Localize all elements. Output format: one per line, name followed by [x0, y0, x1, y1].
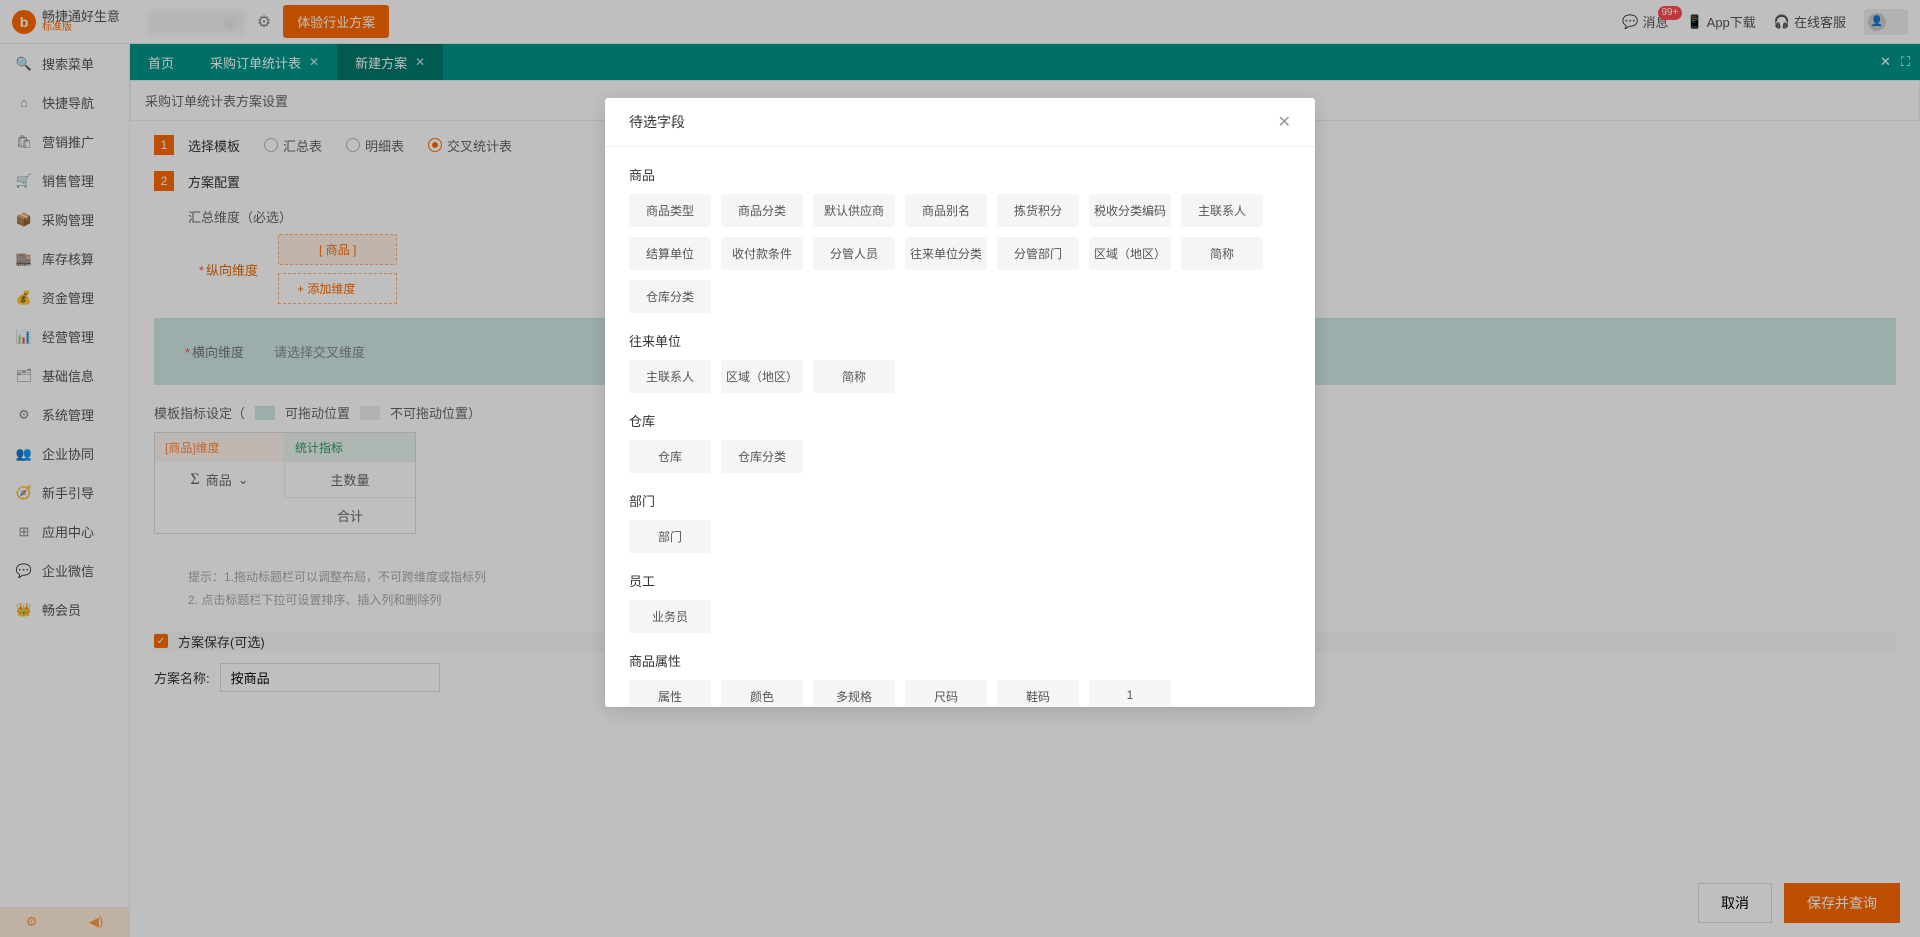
modal-title: 待选字段 [629, 112, 685, 132]
modal-body: 商品商品类型商品分类默认供应商商品别名拣货积分税收分类编码主联系人结算单位收付款… [605, 147, 1315, 707]
field-group-2: 仓库仓库仓库分类 [629, 411, 1291, 473]
field-chip[interactable]: 收付款条件 [721, 237, 803, 270]
field-chip[interactable]: 1 [1089, 680, 1171, 707]
field-chip[interactable]: 尺码 [905, 680, 987, 707]
field-chip[interactable]: 税收分类编码 [1089, 194, 1171, 227]
field-group-1: 往来单位主联系人区域（地区） 简称 [629, 331, 1291, 393]
field-group-title: 商品属性 [629, 651, 1291, 670]
field-chip[interactable]: 仓库 [629, 440, 711, 473]
field-chip[interactable]: 拣货积分 [997, 194, 1079, 227]
field-chip[interactable]: 仓库分类 [721, 440, 803, 473]
field-chip[interactable]: 区域（地区） [1089, 237, 1171, 270]
field-chip[interactable]: 分管部门 [997, 237, 1079, 270]
field-group-3: 部门部门 [629, 491, 1291, 553]
field-chip[interactable]: 商品分类 [721, 194, 803, 227]
field-chip[interactable]: 业务员 [629, 600, 711, 633]
modal-header: 待选字段 ✕ [605, 98, 1315, 147]
field-chip[interactable]: 分管人员 [813, 237, 895, 270]
field-group-5: 商品属性属性颜色多规格尺码鞋码 1 [629, 651, 1291, 707]
field-chip[interactable]: 部门 [629, 520, 711, 553]
field-chip[interactable]: 仓库分类 [629, 280, 711, 313]
field-chip[interactable]: 默认供应商 [813, 194, 895, 227]
field-group-4: 员工业务员 [629, 571, 1291, 633]
field-chip[interactable]: 往来单位分类 [905, 237, 987, 270]
field-group-title: 员工 [629, 571, 1291, 590]
field-chip[interactable]: 主联系人 [1181, 194, 1263, 227]
field-chip[interactable]: 商品类型 [629, 194, 711, 227]
field-chip[interactable]: 主联系人 [629, 360, 711, 393]
field-chip[interactable]: 结算单位 [629, 237, 711, 270]
field-chip[interactable]: 简称 [1181, 237, 1263, 270]
field-modal: 待选字段 ✕ 商品商品类型商品分类默认供应商商品别名拣货积分税收分类编码主联系人… [605, 98, 1315, 707]
field-group-title: 部门 [629, 491, 1291, 510]
field-chip[interactable]: 多规格 [813, 680, 895, 707]
field-group-title: 仓库 [629, 411, 1291, 430]
field-group-title: 商品 [629, 165, 1291, 184]
field-chip[interactable]: 鞋码 [997, 680, 1079, 707]
close-icon[interactable]: ✕ [1278, 112, 1291, 132]
field-chip[interactable]: 简称 [813, 360, 895, 393]
field-group-title: 往来单位 [629, 331, 1291, 350]
field-chip[interactable]: 区域（地区） [721, 360, 803, 393]
field-chip[interactable]: 颜色 [721, 680, 803, 707]
field-chip[interactable]: 商品别名 [905, 194, 987, 227]
field-group-0: 商品商品类型商品分类默认供应商商品别名拣货积分税收分类编码主联系人结算单位收付款… [629, 165, 1291, 313]
field-chip[interactable]: 属性 [629, 680, 711, 707]
